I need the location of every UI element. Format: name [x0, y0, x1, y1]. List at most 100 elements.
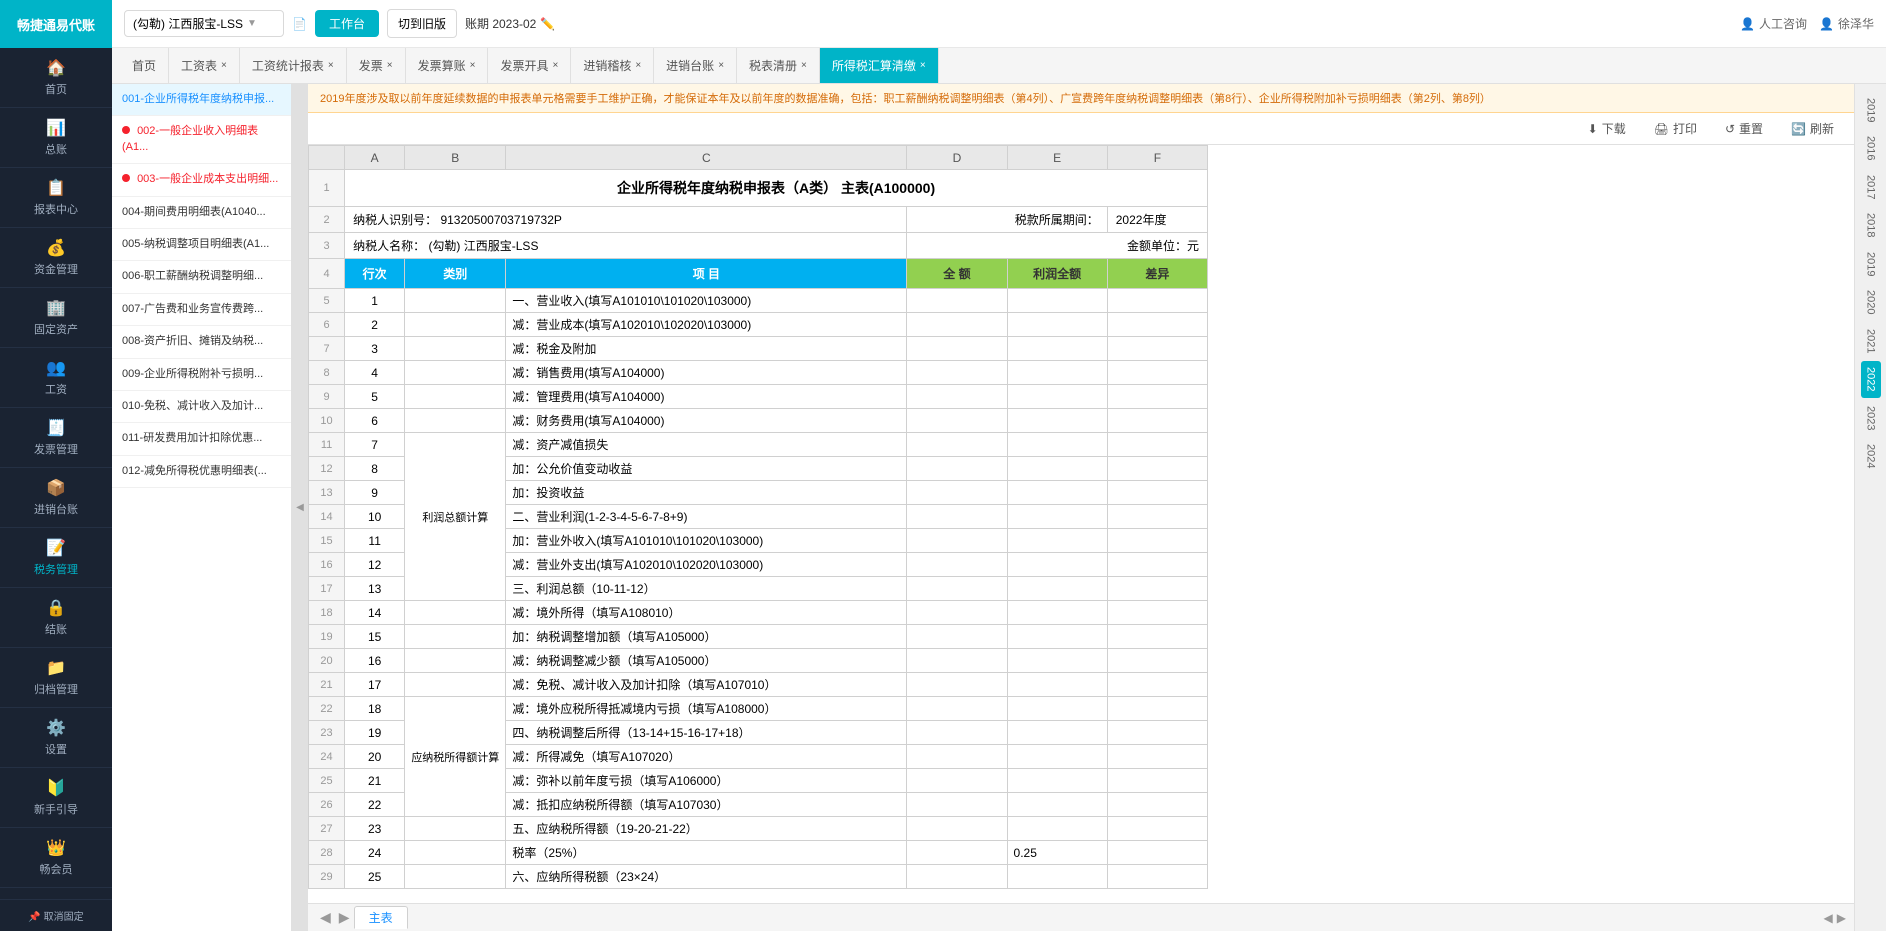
- tab-invoice-calc[interactable]: 发票算账 ×: [406, 48, 489, 84]
- sidebar-item-assets[interactable]: 🏢 固定资产: [0, 288, 112, 348]
- tab-home[interactable]: 首页: [120, 48, 169, 84]
- sidebar-label-ledger: 总账: [45, 141, 67, 157]
- sidebar-item-guide[interactable]: 🔰 新手引导: [0, 768, 112, 828]
- sidebar-item-member[interactable]: 👑 畅会员: [0, 828, 112, 888]
- form-item-010[interactable]: 010-免税、减计收入及加计...: [112, 391, 291, 423]
- sidebar-item-home[interactable]: 🏠 首页: [0, 48, 112, 108]
- form-item-004[interactable]: 004-期间费用明细表(A1040...: [112, 197, 291, 229]
- sidebar-item-funds[interactable]: 💰 资金管理: [0, 228, 112, 288]
- download-icon: ⬇: [1588, 122, 1598, 136]
- tab-close-sales-ledger[interactable]: ×: [635, 60, 641, 71]
- sidebar-label-sales: 进销台账: [34, 501, 78, 517]
- year-item-2016[interactable]: 2016: [1861, 130, 1881, 166]
- period-text: 账期 2023-02: [465, 15, 536, 32]
- user-profile[interactable]: 👤 徐泽华: [1819, 15, 1874, 32]
- sheet-nav-next[interactable]: ▶: [335, 909, 354, 926]
- sidebar-label-archive: 归档管理: [34, 681, 78, 697]
- unpin-button[interactable]: 📌 取消固定: [0, 899, 112, 931]
- year-item-2023[interactable]: 2023: [1861, 400, 1881, 436]
- workbench-button[interactable]: 工作台: [315, 10, 379, 37]
- collapse-panel-button[interactable]: ◀: [292, 84, 308, 931]
- sidebar-item-settings[interactable]: ⚙️ 设置: [0, 708, 112, 768]
- reset-button[interactable]: ↺ 重置: [1717, 117, 1771, 140]
- tab-income-tax[interactable]: 所得税汇算清缴 ×: [820, 48, 939, 84]
- year-item-2024[interactable]: 2024: [1861, 438, 1881, 474]
- horizontal-scroll-left[interactable]: ◀: [1824, 911, 1833, 925]
- form-item-003[interactable]: 003-一般企业成本支出明细...: [112, 164, 291, 196]
- tab-close-invoice-calc[interactable]: ×: [470, 60, 476, 71]
- refresh-button[interactable]: 🔄 刷新: [1783, 117, 1842, 140]
- table-row: 20 16 减：纳税调整减少额（填写A105000）: [309, 649, 1208, 673]
- form-item-007[interactable]: 007-广告费和业务宣传费跨...: [112, 294, 291, 326]
- tab-payroll-stat[interactable]: 工资统计报表 ×: [240, 48, 347, 84]
- print-button[interactable]: 🖨 打印: [1646, 117, 1705, 140]
- tax-period-value: 2022年度: [1107, 207, 1207, 233]
- tab-invoice-list[interactable]: 发票 ×: [347, 48, 406, 84]
- sidebar-item-payroll[interactable]: 👥 工资: [0, 348, 112, 408]
- edit-period-icon[interactable]: ✏️: [540, 17, 555, 31]
- table-row: 1 企业所得税年度纳税申报表（A类） 主表(A100000): [309, 170, 1208, 207]
- tab-payroll[interactable]: 工资表 ×: [169, 48, 240, 84]
- taxpayer-id-label: 纳税人识别号：: [353, 213, 437, 227]
- form-item-001[interactable]: 001-企业所得税年度纳税申报...: [112, 84, 291, 116]
- tax-period-cell: 税款所属期间：: [907, 207, 1107, 233]
- sidebar-label-payroll: 工资: [45, 381, 67, 397]
- year-item-2022[interactable]: 2022: [1861, 361, 1881, 397]
- tab-sales-account[interactable]: 进销台账 ×: [654, 48, 737, 84]
- download-button[interactable]: ⬇ 下载: [1580, 117, 1634, 140]
- company-selector[interactable]: (勾勒) 江西服宝-LSS ▼: [124, 10, 284, 37]
- tab-close-invoice-open[interactable]: ×: [552, 60, 558, 71]
- form-item-008[interactable]: 008-资产折旧、摊销及纳税...: [112, 326, 291, 358]
- tab-close-invoice[interactable]: ×: [387, 60, 393, 71]
- horizontal-scroll-right[interactable]: ▶: [1837, 911, 1846, 925]
- sidebar-item-invoice[interactable]: 🧾 发票管理: [0, 408, 112, 468]
- sheet-tab-main[interactable]: 主表: [354, 906, 408, 929]
- guide-icon: 🔰: [46, 778, 66, 798]
- tab-tax-clearance[interactable]: 税表清册 ×: [737, 48, 820, 84]
- year-item-2018[interactable]: 2018: [1861, 207, 1881, 243]
- form-item-002[interactable]: 002-一般企业收入明细表(A1...: [112, 116, 291, 164]
- table-row: 27 23 五、应纳税所得额（19-20-21-22）: [309, 817, 1208, 841]
- document-icon: 📄: [292, 17, 307, 31]
- reset-icon: ↺: [1725, 122, 1735, 136]
- year-item-2021[interactable]: 2021: [1861, 323, 1881, 359]
- page-body: 001-企业所得税年度纳税申报... 002-一般企业收入明细表(A1... 0…: [112, 84, 1886, 931]
- sidebar-label-home: 首页: [45, 81, 67, 97]
- form-item-005[interactable]: 005-纳税调整项目明细表(A1...: [112, 229, 291, 261]
- sidebar-item-archive[interactable]: 📁 归档管理: [0, 648, 112, 708]
- year-panel: 2019 2016 2017 2018 2019 2020 2021 2022 …: [1854, 84, 1886, 931]
- form-item-011[interactable]: 011-研发费用加计扣除优惠...: [112, 423, 291, 455]
- tax-period-label: 税款所属期间：: [1015, 213, 1099, 227]
- tab-close-sales-account[interactable]: ×: [718, 60, 724, 71]
- table-row: 5 1 一、营业收入(填写A101010\101020\103000): [309, 289, 1208, 313]
- switch-version-button[interactable]: 切到旧版: [387, 9, 457, 38]
- form-item-012[interactable]: 012-减免所得税优惠明细表(...: [112, 456, 291, 488]
- year-item-2019-top[interactable]: 2019: [1861, 92, 1881, 128]
- consult-icon: 👤: [1740, 17, 1755, 31]
- year-item-2017[interactable]: 2017: [1861, 169, 1881, 205]
- spreadsheet-container[interactable]: A B C D E F 1 企业所得税年度纳税申报表（A类） 主表(A10000…: [308, 145, 1854, 903]
- year-item-2020[interactable]: 2020: [1861, 284, 1881, 320]
- error-indicator-2: [122, 174, 130, 182]
- tab-close-payroll-stat[interactable]: ×: [328, 60, 334, 71]
- sidebar-item-sales[interactable]: 📦 进销台账: [0, 468, 112, 528]
- sidebar-item-close[interactable]: 🔒 结账: [0, 588, 112, 648]
- sidebar-item-report[interactable]: 📋 报表中心: [0, 168, 112, 228]
- sidebar-item-ledger[interactable]: 📊 总账: [0, 108, 112, 168]
- tab-sales-ledger[interactable]: 进销稽核 ×: [571, 48, 654, 84]
- form-item-006[interactable]: 006-职工薪酬纳税调整明细...: [112, 261, 291, 293]
- tab-invoice-open[interactable]: 发票开具 ×: [488, 48, 571, 84]
- tab-close-tax-clearance[interactable]: ×: [801, 60, 807, 71]
- sidebar-item-tax[interactable]: 📝 税务管理: [0, 528, 112, 588]
- form-item-009[interactable]: 009-企业所得税附补亏损明...: [112, 359, 291, 391]
- tab-close-income-tax[interactable]: ×: [920, 60, 926, 71]
- human-consult[interactable]: 👤 人工咨询: [1740, 15, 1807, 32]
- error-indicator: [122, 126, 130, 134]
- tab-close-payroll[interactable]: ×: [221, 60, 227, 71]
- sheet-nav-prev[interactable]: ◀: [316, 909, 335, 926]
- table-row: 9 5 减：管理费用(填写A104000): [309, 385, 1208, 409]
- col-quane-header: 全 额: [907, 259, 1007, 289]
- year-item-2019[interactable]: 2019: [1861, 246, 1881, 282]
- payroll-icon: 👥: [46, 358, 66, 378]
- collapse-icon: ◀: [296, 502, 304, 513]
